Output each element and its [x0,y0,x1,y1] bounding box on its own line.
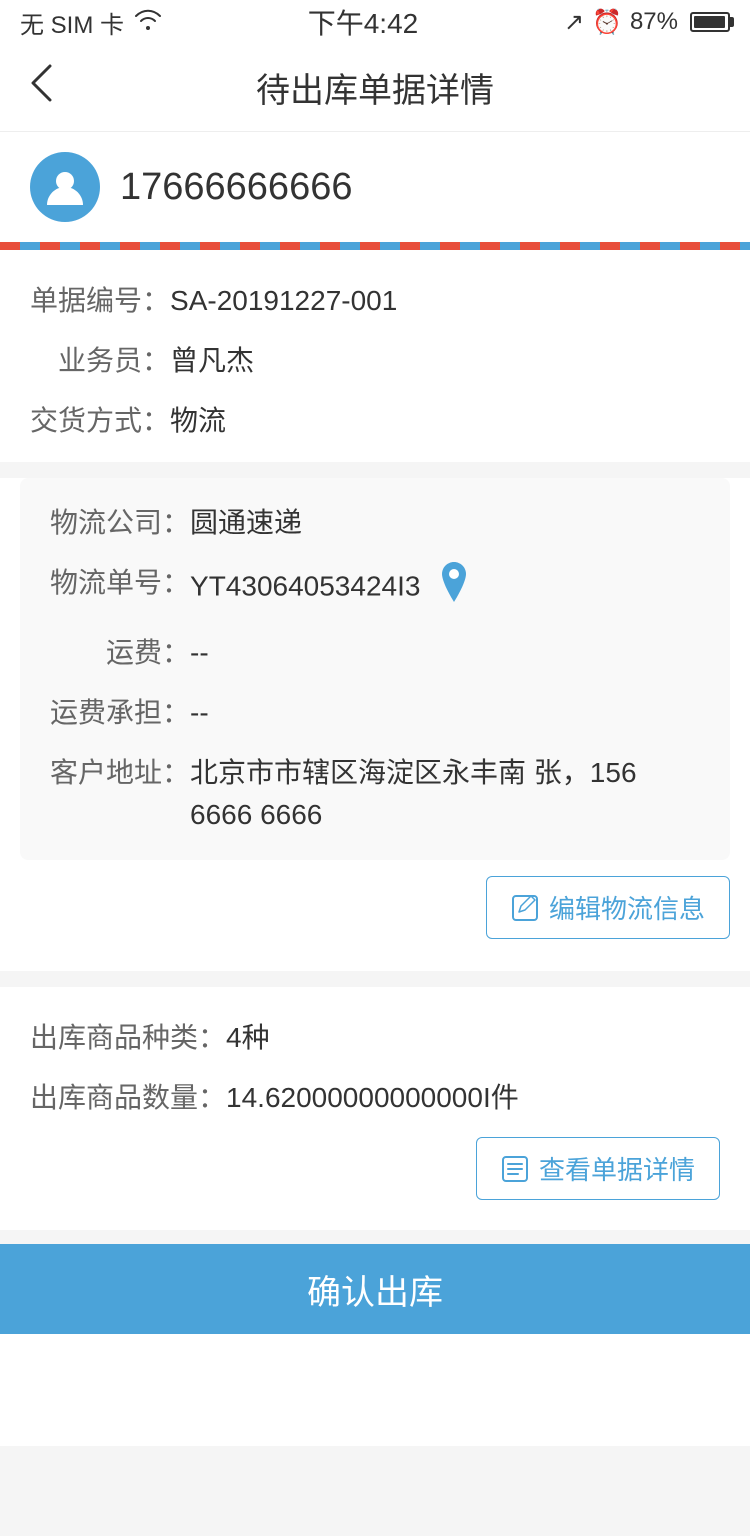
view-detail-button[interactable]: 查看单据详情 [476,1137,720,1200]
goods-quantity-label: 出库商品数量： [30,1077,226,1119]
avatar [30,152,100,222]
status-time: 下午4:42 [308,2,419,42]
company-row: 物流公司： 圆通速递 [50,502,700,544]
edit-icon [511,894,539,922]
status-bar: 无 SIM 卡 下午4:42 ↗ ⏰ 87% [0,0,750,44]
user-header: 17666666666 [0,132,750,242]
order-info-section: 单据编号： SA-20191227-001 业务员： 曾凡杰 交货方式： 物流 [0,250,750,462]
list-icon [501,1155,529,1183]
freight-label: 运费： [50,632,190,674]
bottom-pad [0,1446,750,1536]
tracking-label: 物流单号： [50,562,190,604]
battery-percent: 87% [630,8,678,36]
back-button[interactable] [30,64,52,111]
confirm-outbound-button[interactable]: 确认出库 [0,1244,750,1334]
page-title: 待出库单据详情 [256,63,494,112]
freight-row: 运费： -- [50,632,700,674]
wifi-icon [134,8,162,37]
carrier-text: 无 SIM 卡 [20,5,124,40]
section-divider-1 [0,971,750,987]
order-no-label: 单据编号： [30,280,170,322]
status-right: ↗ ⏰ 87% [564,8,730,37]
logistics-card: 物流公司： 圆通速递 物流单号： YT43064053424I3 运费： -- … [20,478,730,860]
dashed-divider [0,242,750,250]
nav-bar: 待出库单据详情 [0,44,750,132]
address-label: 客户地址： [50,752,190,794]
goods-section: 出库商品种类： 4种 出库商品数量： 14.62000000000000I件 查… [0,987,750,1230]
confirm-btn-label: 确认出库 [307,1265,443,1314]
edit-btn-row: 编辑物流信息 [20,876,730,955]
freight-value: -- [190,632,700,674]
tracking-value: YT43064053424I3 [190,562,700,614]
order-no-value: SA-20191227-001 [170,280,720,322]
edit-logistics-label: 编辑物流信息 [549,889,705,926]
location-icon: ↗ [564,8,584,37]
address-value: 北京市市辖区海淀区永丰南 张，156 6666 6666 [190,752,700,836]
company-label: 物流公司： [50,502,190,544]
goods-types-row: 出库商品种类： 4种 [30,1017,720,1059]
company-value: 圆通速递 [190,502,700,544]
goods-types-label: 出库商品种类： [30,1017,226,1059]
goods-quantity-value: 14.62000000000000I件 [226,1077,720,1119]
freight-bearer-row: 运费承担： -- [50,692,700,734]
view-btn-row: 查看单据详情 [30,1137,720,1200]
goods-quantity-row: 出库商品数量： 14.62000000000000I件 [30,1077,720,1119]
battery-icon [690,12,730,32]
delivery-method-label: 交货方式： [30,400,170,442]
sales-person-row: 业务员： 曾凡杰 [30,340,720,382]
order-no-row: 单据编号： SA-20191227-001 [30,280,720,322]
status-left: 无 SIM 卡 [20,5,162,40]
sales-person-label: 业务员： [30,340,170,382]
delivery-method-row: 交货方式： 物流 [30,400,720,442]
goods-types-value: 4种 [226,1017,720,1059]
delivery-method-value: 物流 [170,400,720,442]
sales-person-value: 曾凡杰 [170,340,720,382]
freight-bearer-label: 运费承担： [50,692,190,734]
tracking-row: 物流单号： YT43064053424I3 [50,562,700,614]
view-detail-label: 查看单据详情 [539,1150,695,1187]
alarm-icon: ⏰ [592,8,622,37]
freight-bearer-value: -- [190,692,700,734]
user-phone: 17666666666 [120,166,352,209]
address-row: 客户地址： 北京市市辖区海淀区永丰南 张，156 6666 6666 [50,752,700,836]
edit-logistics-button[interactable]: 编辑物流信息 [486,876,730,939]
location-pin-icon[interactable] [438,562,470,614]
